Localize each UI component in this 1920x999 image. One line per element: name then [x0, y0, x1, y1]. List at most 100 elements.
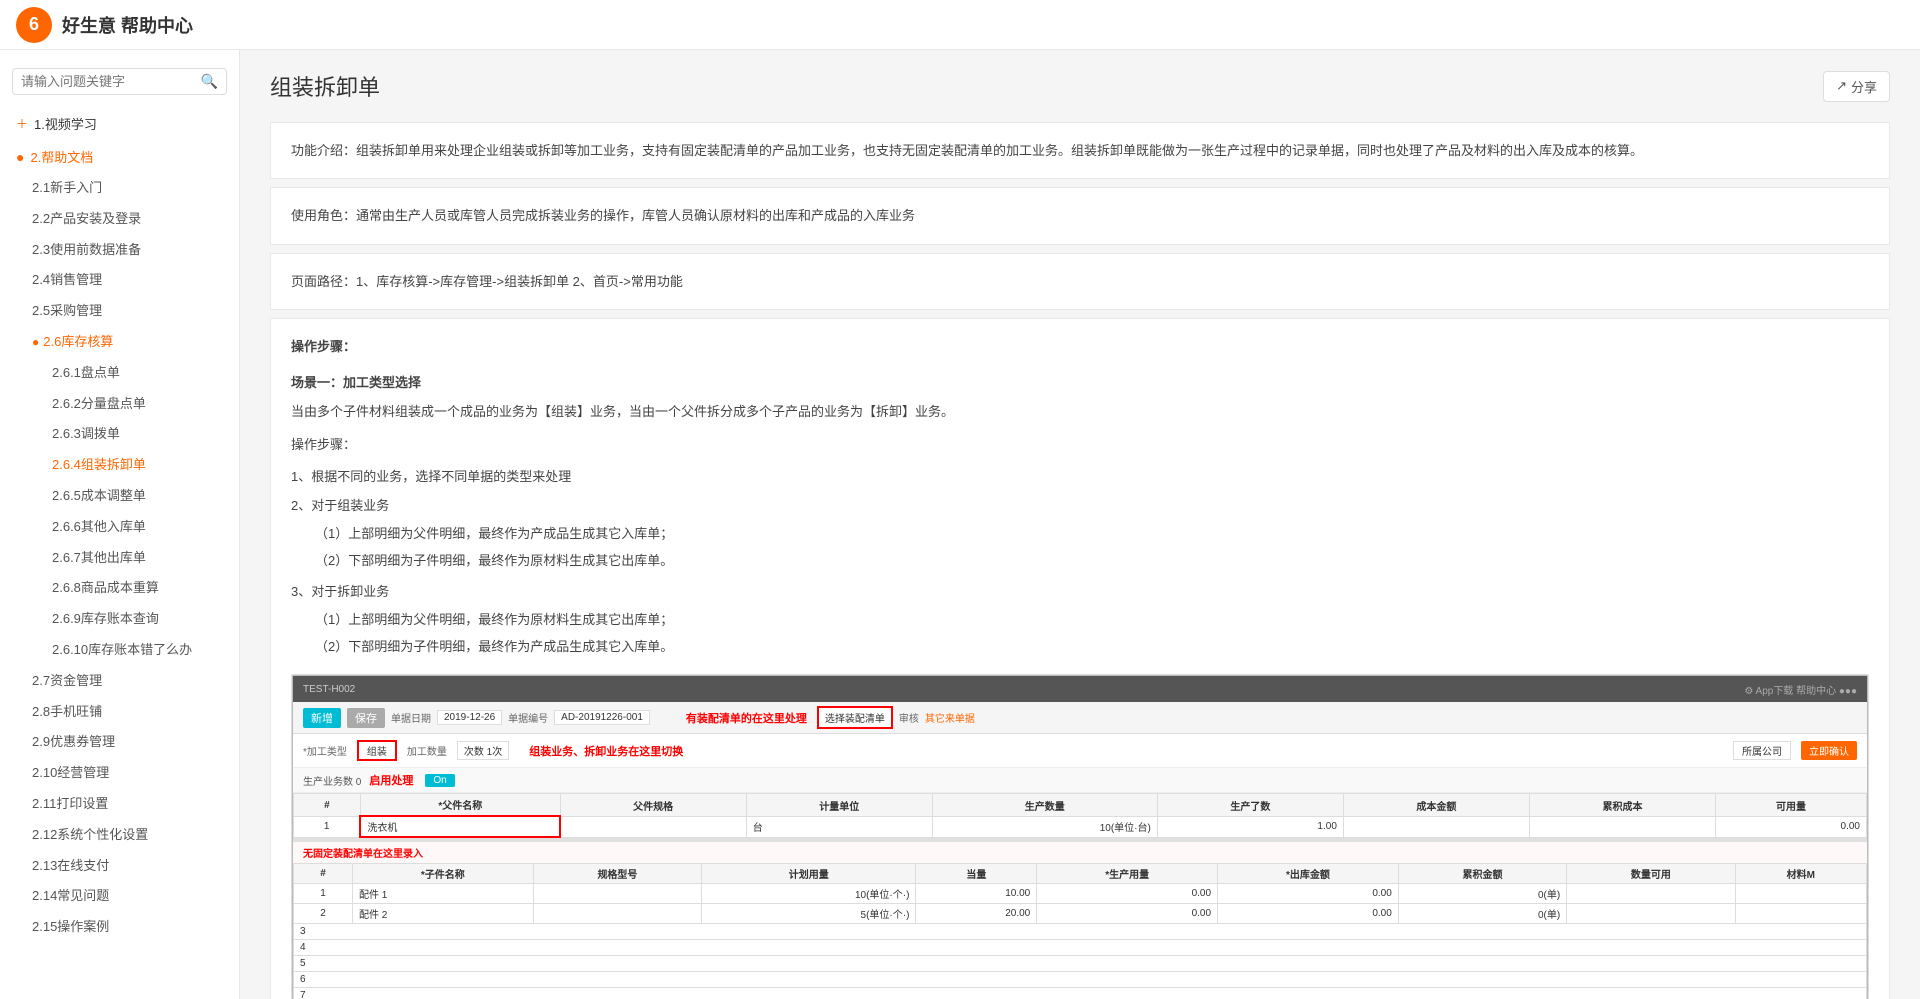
sidebar-item-docs[interactable]: ● 2.帮助文档	[0, 140, 239, 173]
sub-row1-no: 1	[294, 884, 353, 904]
sidebar-item-print[interactable]: 2.11打印设置	[32, 789, 239, 820]
sidebar-item-ops[interactable]: 2.10经营管理	[32, 758, 239, 789]
steps-title: 操作步骤：	[291, 335, 1869, 358]
scenario1-title: 场景一：加工类型选择	[291, 371, 1869, 394]
sidebar-item-pay[interactable]: 2.13在线支付	[32, 851, 239, 882]
sidebar-item-coupon[interactable]: 2.9优惠券管理	[32, 727, 239, 758]
step1: 1、根据不同的业务，选择不同单据的类型来处理	[291, 465, 1869, 488]
sub-row1-name: 配件 1	[352, 884, 533, 904]
sidebar-item-video[interactable]: ＋ 1.视频学习	[0, 107, 239, 140]
sidebar-item-sales[interactable]: 2.4销售管理	[32, 265, 239, 296]
sidebar-item-cases[interactable]: 2.15操作案例	[32, 912, 239, 943]
header: 6 好生意 帮助中心	[0, 0, 1920, 50]
sub-row1-equiv: 10.00	[916, 884, 1037, 904]
review-label: 审核	[899, 710, 919, 725]
sidebar-item-mobile[interactable]: 2.8手机旺铺	[32, 697, 239, 728]
sub-row7: 7	[294, 988, 1867, 999]
row1-cost	[1343, 816, 1529, 837]
type-annotation: 组装业务、拆卸业务在这里切换	[529, 743, 683, 759]
new-button-screenshot: 新增	[303, 708, 341, 728]
logo-text: 好生意 帮助中心	[62, 12, 193, 38]
sidebar-item-stocktake[interactable]: 2.6.1盘点单	[52, 358, 239, 389]
sub-row2-mat	[1735, 904, 1866, 924]
sub-row1-mat	[1735, 884, 1866, 904]
col-avail: 可用量	[1715, 794, 1866, 817]
col-acc-cost: 累积成本	[1529, 794, 1715, 817]
row1-unit: 台	[746, 816, 932, 837]
enable-annotation: 启用处理	[369, 772, 413, 788]
qty-value: 次数 1次	[457, 741, 509, 760]
sub-row2-out: 0.00	[1218, 904, 1399, 924]
sub-row2-use: 0.00	[1037, 904, 1218, 924]
plus-icon: ＋	[16, 115, 28, 132]
step3: 3、对于拆卸业务	[291, 580, 1869, 603]
row1-acc-cost	[1529, 816, 1715, 837]
sidebar-item-fund[interactable]: 2.7资金管理	[32, 666, 239, 697]
sidebar-sub-inventory: 2.6.1盘点单 2.6.2分量盘点单 2.6.3调拨单 2.6.4组装拆卸单 …	[32, 358, 239, 666]
screenshot-container: TEST-H002 ⚙ App下载 帮助中心 ●●● 新增 保存 单据日期 20…	[291, 674, 1869, 999]
sidebar-item-assembly[interactable]: 2.6.4组装拆卸单	[52, 450, 239, 481]
sub-row1-avail	[1567, 884, 1735, 904]
col-prod-done: 生产了数	[1157, 794, 1343, 817]
sidebar-item-inv-query[interactable]: 2.6.9库存账本查询	[52, 604, 239, 635]
sidebar-item-other-out[interactable]: 2.6.7其他出库单	[52, 543, 239, 574]
sidebar-item-custom[interactable]: 2.12系统个性化设置	[32, 820, 239, 851]
sidebar-item-inv-error[interactable]: 2.6.10库存账本错了么办	[52, 635, 239, 666]
app-url: TEST-H002	[303, 684, 355, 695]
biz-unit: 所属公司	[1733, 741, 1791, 760]
type-input-highlight: 组装	[357, 740, 397, 761]
sub-row1-out: 0.00	[1218, 884, 1399, 904]
search-box[interactable]: 🔍	[12, 68, 227, 95]
sidebar-item-split-stocktake[interactable]: 2.6.2分量盘点单	[52, 389, 239, 420]
lower-annotation: 无固定装配清单在这里录入	[293, 842, 1867, 863]
sidebar-item-install[interactable]: 2.2产品安装及登录	[32, 204, 239, 235]
lower-table: 无固定装配清单在这里录入 # *子件名称 规格型号 计划用量 当量 *生产用量	[293, 842, 1867, 999]
app-nav-icons: ⚙ App下载 帮助中心 ●●●	[1744, 682, 1857, 697]
row1-name-highlight: 洗衣机	[360, 816, 560, 837]
sidebar-item-other-in[interactable]: 2.6.6其他入库单	[52, 512, 239, 543]
col-parent-spec: 父件规格	[560, 794, 746, 817]
sub-row2-name: 配件 2	[352, 904, 533, 924]
sub-col-no: #	[294, 864, 353, 884]
sidebar: 🔍 ＋ 1.视频学习 ● 2.帮助文档 2.1新手入门 2.2产品安装及登录 2…	[0, 50, 240, 999]
row1-prod-done: 1.00	[1157, 816, 1343, 837]
sub-row3: 3	[294, 924, 1867, 940]
sub-row2-no: 2	[294, 904, 353, 924]
confirm-btn: 立即确认	[1801, 741, 1857, 760]
save-button-screenshot: 保存	[347, 708, 385, 728]
sidebar-item-cost-adjust[interactable]: 2.6.5成本调整单	[52, 481, 239, 512]
sidebar-item-cost-recalc[interactable]: 2.6.8商品成本重算	[52, 573, 239, 604]
sidebar-item-newcomer[interactable]: 2.1新手入门	[32, 173, 239, 204]
search-icon: 🔍	[201, 73, 218, 90]
sidebar-item-transfer[interactable]: 2.6.3调拨单	[52, 419, 239, 450]
upper-table: # *父件名称 父件规格 计量单位 生产数量 生产了数 成本金额 累积成本 可用…	[293, 793, 1867, 838]
sub-col-avail: 数量可用	[1567, 864, 1735, 884]
sub-col-plan-qty: 计划用量	[702, 864, 916, 884]
num-label: 单据编号	[508, 710, 548, 725]
share-button[interactable]: ↗ 分享	[1823, 71, 1890, 102]
intro-block: 功能介绍：组装拆卸单用来处理企业组装或拆卸等加工业务，支持有固定装配清单的产品加…	[270, 122, 1890, 179]
search-input[interactable]	[21, 74, 201, 89]
sub-col-use-qty: *生产用量	[1037, 864, 1218, 884]
page-title: 组装拆卸单	[270, 70, 380, 102]
sidebar-item-faq[interactable]: 2.14常见问题	[32, 881, 239, 912]
row1-spec	[560, 816, 746, 837]
sidebar-item-data[interactable]: 2.3使用前数据准备	[32, 235, 239, 266]
scenario1-desc: 当由多个子件材料组装成一个成品的业务为【组装】业务，当由一个父件拆分成多个子产品…	[291, 400, 1869, 423]
logo-icon: 6	[16, 7, 52, 43]
num-value: AD-20191226-001	[554, 710, 650, 725]
path-text: 页面路径：1、库存核算->库存管理->组装拆卸单 2、首页->常用功能	[291, 270, 1869, 293]
sub-row2-plan: 5(单位·个·)	[702, 904, 916, 924]
config-highlight: 选择装配清单	[817, 706, 893, 729]
date-value: 2019-12-26	[437, 710, 502, 725]
sidebar-item-inventory[interactable]: ● 2.6库存核算	[32, 327, 239, 358]
step2: 2、对于组装业务	[291, 494, 1869, 517]
qty-label: 加工数量	[407, 743, 447, 758]
sidebar-sub-docs: 2.1新手入门 2.2产品安装及登录 2.3使用前数据准备 2.4销售管理 2.…	[0, 173, 239, 943]
sub-row5: 5	[294, 956, 1867, 972]
step2a: （1）上部明细为父件明细，最终作为产成品生成其它入库单；	[291, 522, 1869, 545]
enable-area: 生产业务数 0 启用处理 On	[293, 768, 1867, 793]
sidebar-item-purchase[interactable]: 2.5采购管理	[32, 296, 239, 327]
step3a: （1）上部明细为父件明细，最终作为原材料生成其它出库单；	[291, 608, 1869, 631]
sub-row1-plan: 10(单位·个·)	[702, 884, 916, 904]
